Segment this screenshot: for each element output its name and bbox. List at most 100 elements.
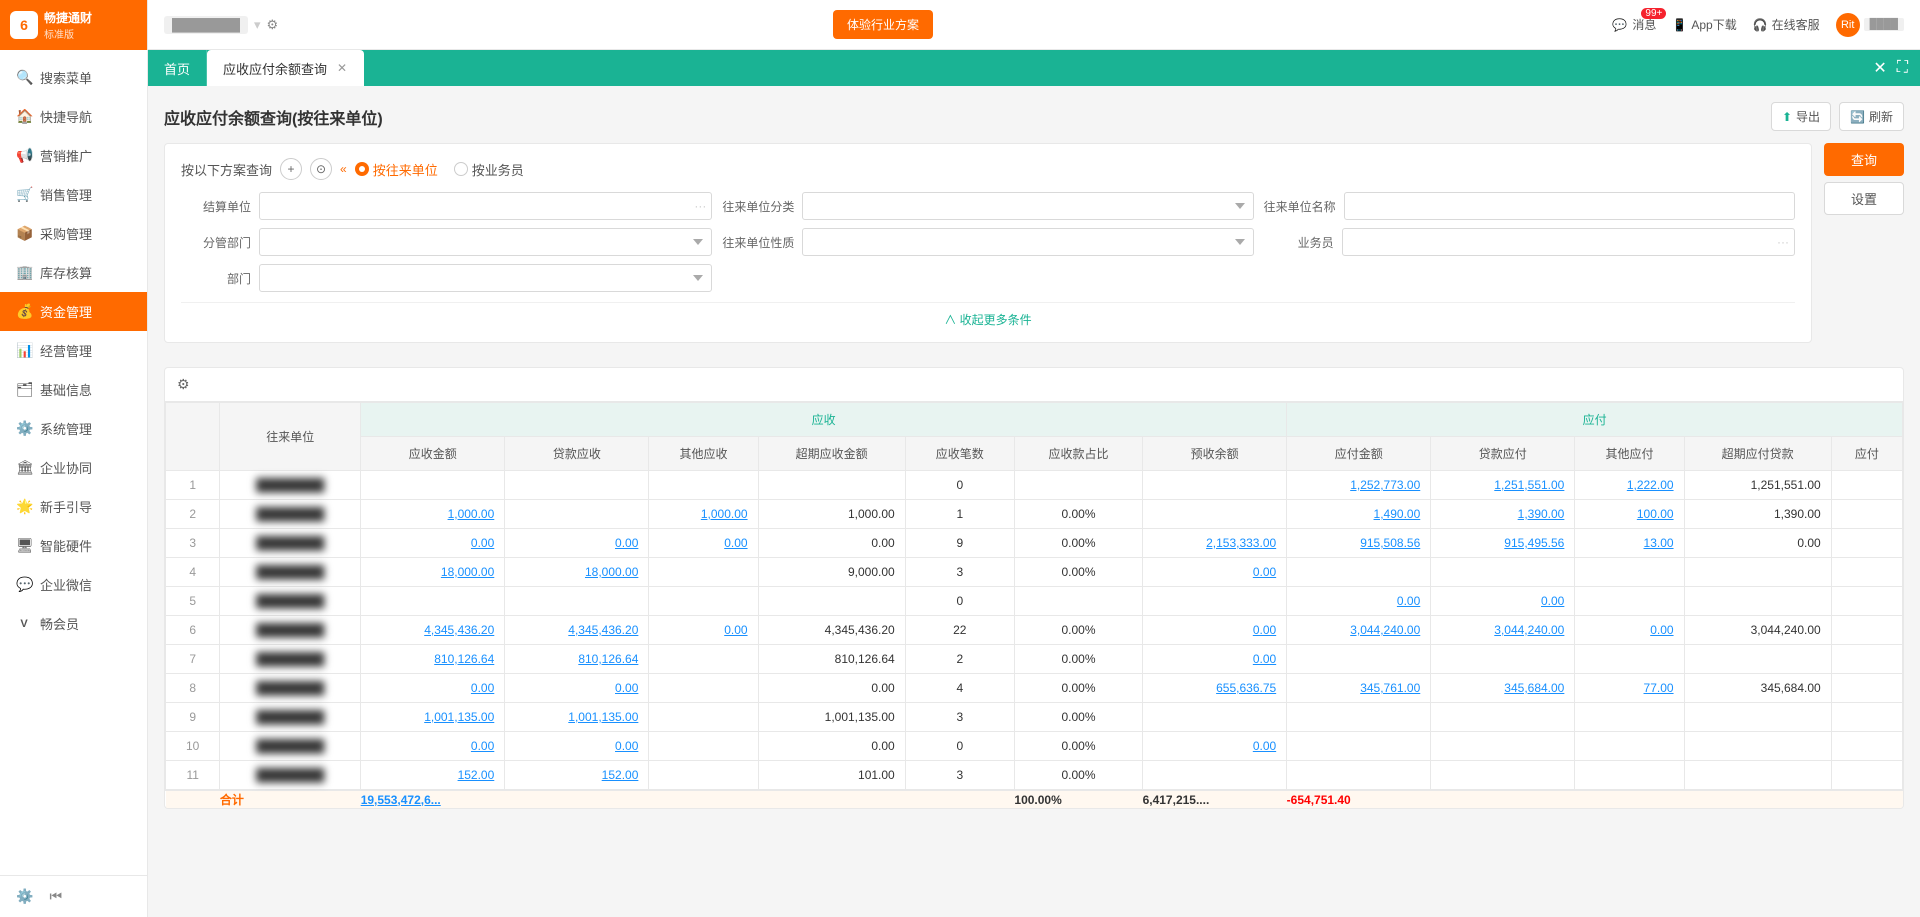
table-cell[interactable]: 101.00 [758, 761, 905, 791]
online-service-btn[interactable]: 🎧 在线客服 [1753, 16, 1820, 33]
table-cell[interactable]: 3,044,240.00 [1684, 616, 1831, 645]
table-cell[interactable]: 9 [905, 529, 1014, 558]
table-cell[interactable]: 3 [905, 703, 1014, 732]
close-window-icon[interactable]: ✕ [1873, 58, 1886, 78]
table-cell[interactable]: 2,153,333.00 [1143, 529, 1287, 558]
table-cell[interactable]: 4,345,436.20 [505, 616, 649, 645]
salesperson-input[interactable] [1342, 228, 1795, 256]
table-cell[interactable]: 0.00 [1575, 616, 1684, 645]
sidebar-item-purchase[interactable]: 📦 采购管理 [0, 214, 147, 253]
table-cell[interactable]: 9,000.00 [758, 558, 905, 587]
table-cell[interactable]: 1,390.00 [1684, 500, 1831, 529]
sidebar-item-member[interactable]: V 畅会员 [0, 604, 147, 643]
table-cell[interactable]: 0.00 [1143, 732, 1287, 761]
table-cell[interactable]: 0.00 [505, 674, 649, 703]
table-cell[interactable]: 4,345,436.20 [361, 616, 505, 645]
table-settings-icon[interactable]: ⚙ [177, 376, 190, 393]
scheme-btn[interactable]: 体验行业方案 [833, 10, 933, 39]
table-cell[interactable]: 4,345,436.20 [758, 616, 905, 645]
table-cell[interactable]: 0.00 [505, 732, 649, 761]
table-cell[interactable]: 655,636.75 [1143, 674, 1287, 703]
table-cell[interactable]: 1,001,135.00 [361, 703, 505, 732]
table-cell[interactable]: 1,252,773.00 [1287, 471, 1431, 500]
collapse-icon[interactable]: ⏮ [49, 888, 62, 905]
table-cell[interactable]: 3,044,240.00 [1287, 616, 1431, 645]
table-cell[interactable]: 0.00 [649, 616, 758, 645]
table-cell[interactable]: 1,001,135.00 [758, 703, 905, 732]
filter-add-btn[interactable]: + [280, 158, 302, 180]
user-info[interactable]: Rit ████ [1836, 13, 1904, 37]
table-cell[interactable]: 0.00 [361, 529, 505, 558]
dept-select[interactable] [259, 228, 712, 256]
table-cell[interactable]: 1,251,551.00 [1431, 471, 1575, 500]
sidebar-item-quicknav[interactable]: 🏠 快捷导航 [0, 97, 147, 136]
table-cell[interactable]: 0 [905, 471, 1014, 500]
table-cell[interactable]: 100.00 [1575, 500, 1684, 529]
table-cell[interactable]: 2 [905, 645, 1014, 674]
tab-arquery[interactable]: 应收应付余额查询 ✕ [207, 50, 364, 86]
table-cell[interactable]: 18,000.00 [361, 558, 505, 587]
table-cell[interactable]: 0.00 [1143, 616, 1287, 645]
table-cell[interactable]: 810,126.64 [758, 645, 905, 674]
table-cell[interactable]: 0.00 [758, 529, 905, 558]
tab-close-icon[interactable]: ✕ [337, 61, 347, 75]
table-cell[interactable]: 810,126.64 [361, 645, 505, 674]
table-cell[interactable]: 4 [905, 674, 1014, 703]
sidebar-item-sales[interactable]: 🛒 销售管理 [0, 175, 147, 214]
table-cell[interactable]: 0 [905, 732, 1014, 761]
sidebar-item-hardware[interactable]: 🖥 智能硬件 [0, 526, 147, 565]
partner-name-input[interactable] [1344, 192, 1795, 220]
query-btn[interactable]: 查询 [1824, 143, 1904, 176]
sidebar-item-operations[interactable]: 📊 经营管理 [0, 331, 147, 370]
sidebar-item-inventory[interactable]: 🏢 库存核算 [0, 253, 147, 292]
gear-btn[interactable]: ⚙ [267, 17, 279, 33]
settings-bottom-icon[interactable]: ⚙️ [16, 888, 33, 905]
sidebar-item-guide[interactable]: 🌟 新手引导 [0, 487, 147, 526]
table-cell[interactable]: 0.00 [361, 732, 505, 761]
table-cell[interactable]: 915,495.56 [1431, 529, 1575, 558]
table-cell[interactable]: 0 [905, 587, 1014, 616]
settlement-input[interactable] [259, 192, 712, 220]
sidebar-item-marketing[interactable]: 📢 营销推广 [0, 136, 147, 175]
table-cell[interactable]: 0.00% [1014, 616, 1142, 645]
table-cell[interactable]: 1 [905, 500, 1014, 529]
table-cell[interactable]: 1,001,135.00 [505, 703, 649, 732]
table-cell[interactable]: 22 [905, 616, 1014, 645]
table-cell[interactable]: 0.00% [1014, 529, 1142, 558]
sidebar-item-finance[interactable]: 💰 资金管理 [0, 292, 147, 331]
table-cell[interactable]: 13.00 [1575, 529, 1684, 558]
expand-icon[interactable]: ⛶ [1897, 59, 1908, 77]
partner-nature-select[interactable] [802, 228, 1253, 256]
table-cell[interactable]: 0.00 [1143, 558, 1287, 587]
table-cell[interactable]: 0.00 [758, 674, 905, 703]
scheme-option-partner[interactable]: 按往来单位 [355, 160, 438, 179]
sidebar-item-wechat[interactable]: 💬 企业微信 [0, 565, 147, 604]
table-cell[interactable]: 0.00 [1431, 587, 1575, 616]
table-cell[interactable]: 152.00 [361, 761, 505, 791]
table-cell[interactable]: 0.00 [1287, 587, 1431, 616]
table-cell[interactable]: 345,684.00 [1431, 674, 1575, 703]
sidebar-item-search[interactable]: 🔍 搜索菜单 [0, 58, 147, 97]
table-cell[interactable]: 0.00% [1014, 500, 1142, 529]
filter-toggle[interactable]: « [340, 162, 347, 176]
sidebar-item-corp[interactable]: 🏛 企业协同 [0, 448, 147, 487]
section-select[interactable] [259, 264, 712, 292]
refresh-btn[interactable]: 🔄 刷新 [1839, 102, 1904, 131]
app-download-btn[interactable]: 📱 App下载 [1672, 16, 1736, 33]
set-btn[interactable]: 设置 [1824, 182, 1904, 215]
table-cell[interactable]: 0.00% [1014, 732, 1142, 761]
table-cell[interactable]: 0.00 [1684, 529, 1831, 558]
table-cell[interactable]: 77.00 [1575, 674, 1684, 703]
table-cell[interactable]: 152.00 [505, 761, 649, 791]
table-cell[interactable]: 3 [905, 761, 1014, 791]
table-cell[interactable]: 18,000.00 [505, 558, 649, 587]
table-cell[interactable]: 3,044,240.00 [1431, 616, 1575, 645]
collapse-more[interactable]: ∧ 收起更多条件 [181, 302, 1795, 328]
table-cell[interactable]: 0.00 [505, 529, 649, 558]
footer-ar-amount[interactable]: 19,553,472,6... [361, 790, 505, 808]
message-btn[interactable]: 💬 99+ 消息 [1612, 16, 1656, 33]
table-cell[interactable]: 1,000.00 [361, 500, 505, 529]
table-cell[interactable]: 0.00% [1014, 558, 1142, 587]
table-cell[interactable]: 0.00 [361, 674, 505, 703]
table-cell[interactable]: 1,251,551.00 [1684, 471, 1831, 500]
